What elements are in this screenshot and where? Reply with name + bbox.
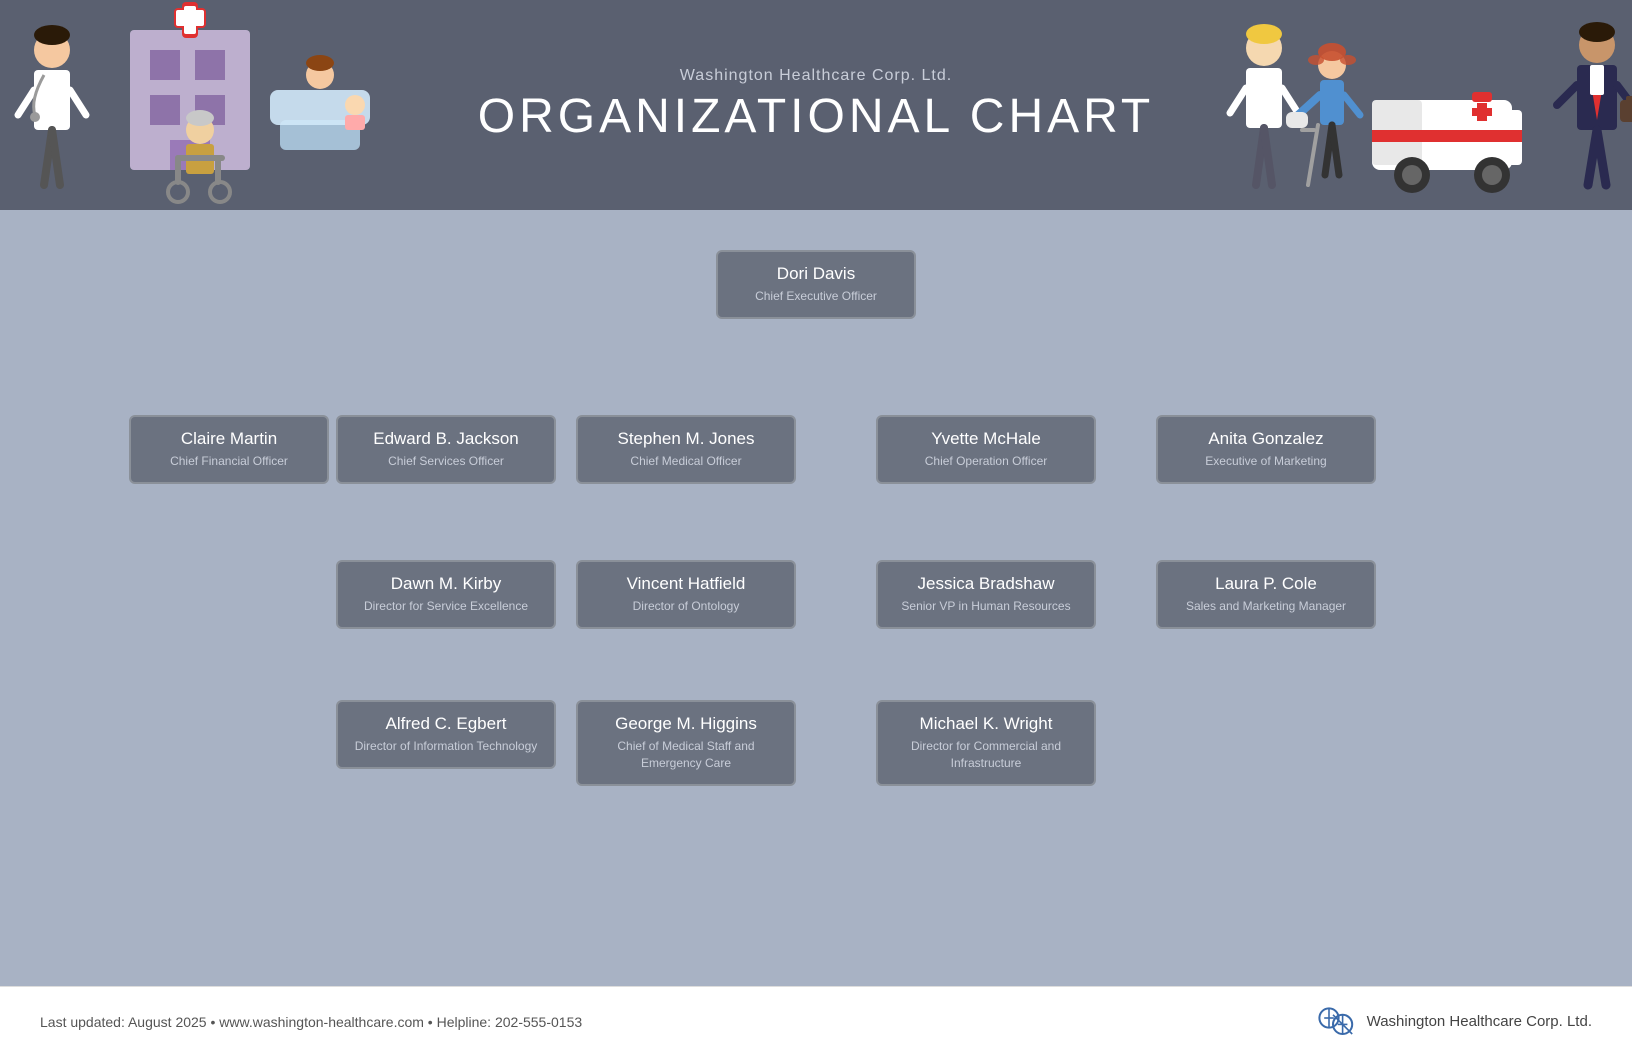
l1-node-1: Edward B. Jackson Chief Services Officer [336,415,556,484]
l2-title-1: Director of Ontology [594,598,778,615]
l1-title-1: Chief Services Officer [354,453,538,470]
decorative-figures-right [1212,0,1632,210]
l1-name-3: Yvette McHale [894,429,1078,449]
chart-area: Dori Davis Chief Executive Officer Clair… [0,210,1632,986]
l3-name-1: George M. Higgins [594,714,778,734]
l2-name-3: Laura P. Cole [1174,574,1358,594]
l1-title-2: Chief Medical Officer [594,453,778,470]
l1-node-3: Yvette McHale Chief Operation Officer [876,415,1096,484]
footer-logo: Washington Healthcare Corp. Ltd. [1317,1002,1592,1042]
l3-node-1: George M. Higgins Chief of Medical Staff… [576,700,796,786]
l1-title-4: Executive of Marketing [1174,453,1358,470]
l2-node-3: Laura P. Cole Sales and Marketing Manage… [1156,560,1376,629]
l1-name-1: Edward B. Jackson [354,429,538,449]
l1-node-0: Claire Martin Chief Financial Officer [129,415,329,484]
org-subtitle: Washington Healthcare Corp. Ltd. [478,67,1155,85]
header-title: Washington Healthcare Corp. Ltd. ORGANIZ… [478,67,1155,144]
l3-name-2: Michael K. Wright [894,714,1078,734]
l1-name-0: Claire Martin [147,429,311,449]
l2-node-1: Vincent Hatfield Director of Ontology [576,560,796,629]
org-chart: Dori Davis Chief Executive Officer Clair… [116,230,1516,910]
l1-name-2: Stephen M. Jones [594,429,778,449]
l2-title-3: Sales and Marketing Manager [1174,598,1358,615]
l2-node-2: Jessica Bradshaw Senior VP in Human Reso… [876,560,1096,629]
header: Washington Healthcare Corp. Ltd. ORGANIZ… [0,0,1632,210]
decorative-figures-left [0,0,420,210]
l1-name-4: Anita Gonzalez [1174,429,1358,449]
l1-node-2: Stephen M. Jones Chief Medical Officer [576,415,796,484]
l3-node-2: Michael K. Wright Director for Commercia… [876,700,1096,786]
l2-name-2: Jessica Bradshaw [894,574,1078,594]
l2-node-0: Dawn M. Kirby Director for Service Excel… [336,560,556,629]
org-logo-icon [1317,1002,1357,1042]
ceo-name: Dori Davis [734,264,898,284]
l3-title-0: Director of Information Technology [354,738,538,755]
l3-title-2: Director for Commercial and Infrastructu… [894,738,1078,772]
l1-node-4: Anita Gonzalez Executive of Marketing [1156,415,1376,484]
org-main-title: ORGANIZATIONAL CHART [478,89,1155,144]
l2-title-2: Senior VP in Human Resources [894,598,1078,615]
ceo-node: Dori Davis Chief Executive Officer [716,250,916,319]
l3-title-1: Chief of Medical Staff and Emergency Car… [594,738,778,772]
l3-name-0: Alfred C. Egbert [354,714,538,734]
l1-title-3: Chief Operation Officer [894,453,1078,470]
l3-node-0: Alfred C. Egbert Director of Information… [336,700,556,769]
l1-title-0: Chief Financial Officer [147,453,311,470]
footer-info: Last updated: August 2025 • www.washingt… [40,1014,582,1030]
ceo-title: Chief Executive Officer [734,288,898,305]
footer: Last updated: August 2025 • www.washingt… [0,986,1632,1056]
l2-name-0: Dawn M. Kirby [354,574,538,594]
l2-title-0: Director for Service Excellence [354,598,538,615]
footer-logo-text: Washington Healthcare Corp. Ltd. [1367,1013,1592,1030]
l2-name-1: Vincent Hatfield [594,574,778,594]
